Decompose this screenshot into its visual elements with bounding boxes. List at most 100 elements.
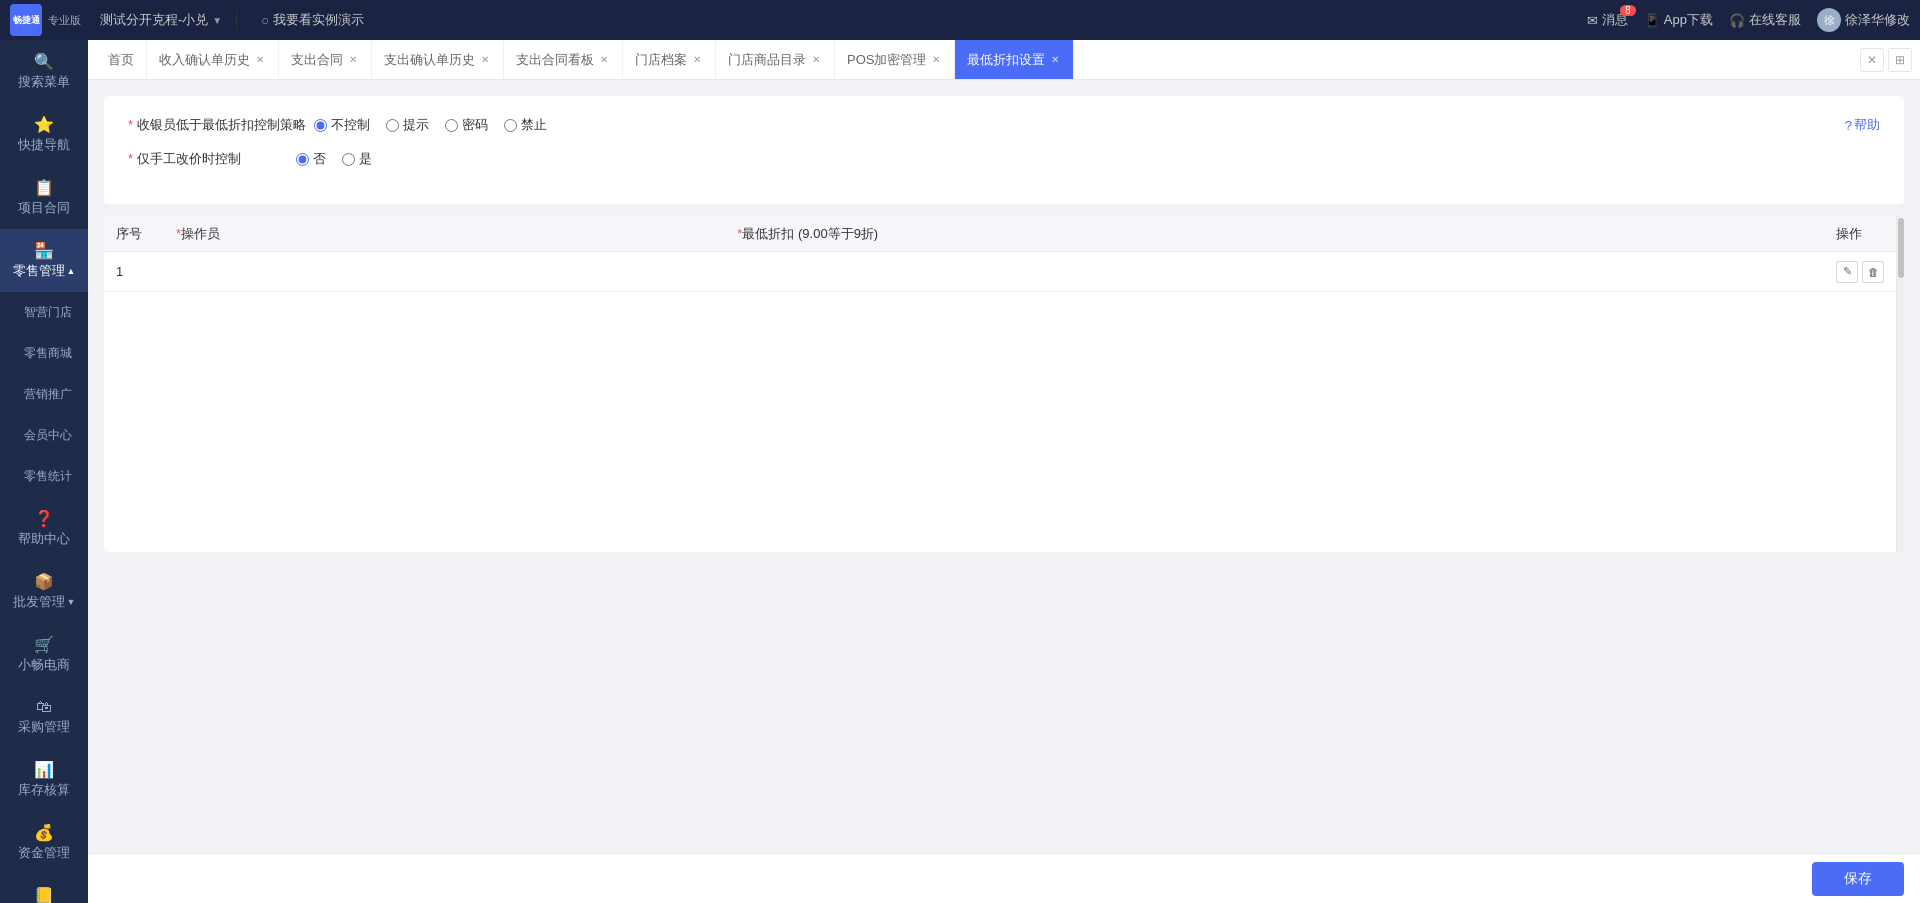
radio-password-input[interactable] [445, 119, 458, 132]
cell-action-1: ✎ 🗑 [1824, 261, 1904, 283]
col-header-operator: * 操作员 [164, 225, 725, 243]
sidebar-item-retail-mgmt[interactable]: 🏪 零售管理 ▲ [0, 229, 88, 292]
sidebar-item-inventory-label: 库存核算 [4, 781, 84, 799]
sidebar-item-purchase-mgmt[interactable]: 🛍 采购管理 [0, 686, 88, 748]
radio-no-control[interactable]: 不控制 [314, 116, 370, 134]
radio-manual-yes[interactable]: 是 [342, 150, 372, 168]
sidebar-item-batch-mgmt[interactable]: 📦 批发管理 ▼ [0, 560, 88, 623]
save-button[interactable]: 保存 [1812, 862, 1904, 896]
tab-store-file-close[interactable]: ✕ [691, 52, 703, 67]
tabbar-actions: ✕ ⊞ [1860, 48, 1912, 72]
user-profile-button[interactable]: 徐 徐泽华修改 [1817, 8, 1910, 32]
tab-payment-board[interactable]: 支出合同看板 ✕ [504, 40, 623, 80]
radio-no-control-input[interactable] [314, 119, 327, 132]
sidebar-item-inventory[interactable]: 📊 库存核算 [0, 748, 88, 811]
user-avatar: 徐 [1817, 8, 1841, 32]
radio-forbid-label: 禁止 [521, 116, 547, 134]
topbar: 畅捷通 专业版 测试分开克程-小兑 ▼ ○ 我要看实例演示 ✉ 消息 8 📱 A… [0, 0, 1920, 40]
sidebar-item-search-label: 搜索菜单 [4, 73, 84, 91]
help-link[interactable]: ? 帮助 [1845, 116, 1880, 134]
table-card: 序号 * 操作员 * 最低折扣 (9.00等于9折) 操作 [104, 216, 1904, 552]
table-body: 1 ✎ 🗑 [104, 252, 1904, 552]
tab-store-file-label: 门店档案 [635, 51, 687, 69]
discount-policy-row: * 收银员低于最低折扣控制策略 不控制 提示 [128, 116, 1880, 134]
edit-row-button[interactable]: ✎ [1836, 261, 1858, 283]
sidebar-item-retail-mall[interactable]: 零售商城 [0, 333, 88, 374]
sidebar-item-finance[interactable]: 💰 资金管理 [0, 811, 88, 874]
close-tab-button[interactable]: ✕ [1860, 48, 1884, 72]
sidebar-item-member-center[interactable]: 会员中心 [0, 415, 88, 456]
tab-payment-confirm[interactable]: 支出确认单历史 ✕ [372, 40, 504, 80]
table-header: 序号 * 操作员 * 最低折扣 (9.00等于9折) 操作 [104, 216, 1904, 252]
tab-payment-contract-close[interactable]: ✕ [347, 52, 359, 67]
sidebar-item-shortcut[interactable]: ⭐ 快捷导航 [0, 103, 88, 166]
tab-home-label: 首页 [108, 51, 134, 69]
tab-payment-contract[interactable]: 支出合同 ✕ [279, 40, 372, 80]
table-scrollbar[interactable] [1896, 216, 1904, 552]
service-icon: 🎧 [1729, 13, 1745, 28]
table-scrollbar-thumb [1898, 218, 1904, 278]
logo-icon: 畅捷通 [10, 4, 42, 36]
tab-store-catalog-close[interactable]: ✕ [810, 52, 822, 67]
expand-tab-button[interactable]: ⊞ [1888, 48, 1912, 72]
radio-manual-no-input[interactable] [296, 153, 309, 166]
sidebar-item-help-center[interactable]: ❓ 帮助中心 [0, 497, 88, 560]
customer-service-button[interactable]: 🎧 在线客服 [1729, 11, 1801, 29]
tab-income-confirm-close[interactable]: ✕ [254, 52, 266, 67]
tab-pos-password[interactable]: POS加密管理 ✕ [835, 40, 955, 80]
required-star: * [128, 117, 133, 132]
project-selector[interactable]: 测试分开克程-小兑 ▼ [100, 11, 222, 29]
sidebar-item-accounting[interactable]: 📒 总账管理 [0, 874, 88, 903]
table-row: 1 ✎ 🗑 [104, 252, 1904, 292]
app-download-label: App下载 [1664, 11, 1713, 29]
sidebar-item-search[interactable]: 🔍 搜索菜单 [0, 40, 88, 103]
sidebar-item-project-contract[interactable]: 📋 项目合同 [0, 166, 88, 229]
tab-payment-board-label: 支出合同看板 [516, 51, 594, 69]
sidebar-item-smart-store-label: 智营门店 [12, 304, 84, 321]
radio-manual-no-label: 否 [313, 150, 326, 168]
demo-link[interactable]: ○ 我要看实例演示 [261, 11, 364, 29]
batch-collapse-icon: ▼ [67, 597, 76, 607]
radio-forbid[interactable]: 禁止 [504, 116, 547, 134]
sidebar-item-retail-stats-label: 零售统计 [12, 468, 84, 485]
customer-service-label: 在线客服 [1749, 11, 1801, 29]
radio-forbid-input[interactable] [504, 119, 517, 132]
radio-manual-yes-input[interactable] [342, 153, 355, 166]
tab-home[interactable]: 首页 [96, 40, 147, 80]
sidebar-item-marketing[interactable]: 营销推广 [0, 374, 88, 415]
sidebar-item-small-ecommerce[interactable]: 🛒 小畅电商 [0, 623, 88, 686]
sidebar-item-marketing-label: 营销推广 [12, 386, 84, 403]
message-icon: ✉ [1587, 13, 1598, 28]
collapse-icon: ▲ [67, 266, 76, 276]
radio-remind-input[interactable] [386, 119, 399, 132]
content-area: 首页 收入确认单历史 ✕ 支出合同 ✕ 支出确认单历史 ✕ 支出合同看板 ✕ 门… [88, 40, 1920, 903]
sidebar-item-batch-label: 批发管理 [13, 593, 65, 611]
topbar-right: ✉ 消息 8 📱 App下载 🎧 在线客服 徐 徐泽华修改 [1587, 8, 1910, 32]
cell-seq-1: 1 [104, 264, 164, 279]
radio-password-label: 密码 [462, 116, 488, 134]
tab-store-catalog-label: 门店商品目录 [728, 51, 806, 69]
radio-remind[interactable]: 提示 [386, 116, 429, 134]
app-download-button[interactable]: 📱 App下载 [1644, 11, 1713, 29]
radio-manual-yes-label: 是 [359, 150, 372, 168]
sidebar-item-smart-store[interactable]: 智营门店 [0, 292, 88, 333]
sidebar-item-shortcut-label: 快捷导航 [4, 136, 84, 154]
messages-button[interactable]: ✉ 消息 8 [1587, 11, 1628, 29]
tab-store-file[interactable]: 门店档案 ✕ [623, 40, 716, 80]
tab-payment-board-close[interactable]: ✕ [598, 52, 610, 67]
download-icon: 📱 [1644, 13, 1660, 28]
page-content: * 收银员低于最低折扣控制策略 不控制 提示 [88, 80, 1920, 853]
discount-policy-label: * 收银员低于最低折扣控制策略 [128, 116, 306, 134]
sidebar-item-help-label: 帮助中心 [4, 530, 84, 548]
tab-min-discount-close[interactable]: ✕ [1049, 52, 1061, 67]
tab-payment-confirm-close[interactable]: ✕ [479, 52, 491, 67]
delete-row-button[interactable]: 🗑 [1862, 261, 1884, 283]
project-name: 测试分开克程-小兑 [100, 11, 208, 29]
sidebar-item-retail-stats[interactable]: 零售统计 [0, 456, 88, 497]
radio-password[interactable]: 密码 [445, 116, 488, 134]
tab-pos-password-close[interactable]: ✕ [930, 52, 942, 67]
tab-income-confirm[interactable]: 收入确认单历史 ✕ [147, 40, 279, 80]
radio-manual-no[interactable]: 否 [296, 150, 326, 168]
tab-min-discount[interactable]: 最低折扣设置 ✕ [955, 40, 1074, 80]
tab-store-catalog[interactable]: 门店商品目录 ✕ [716, 40, 835, 80]
